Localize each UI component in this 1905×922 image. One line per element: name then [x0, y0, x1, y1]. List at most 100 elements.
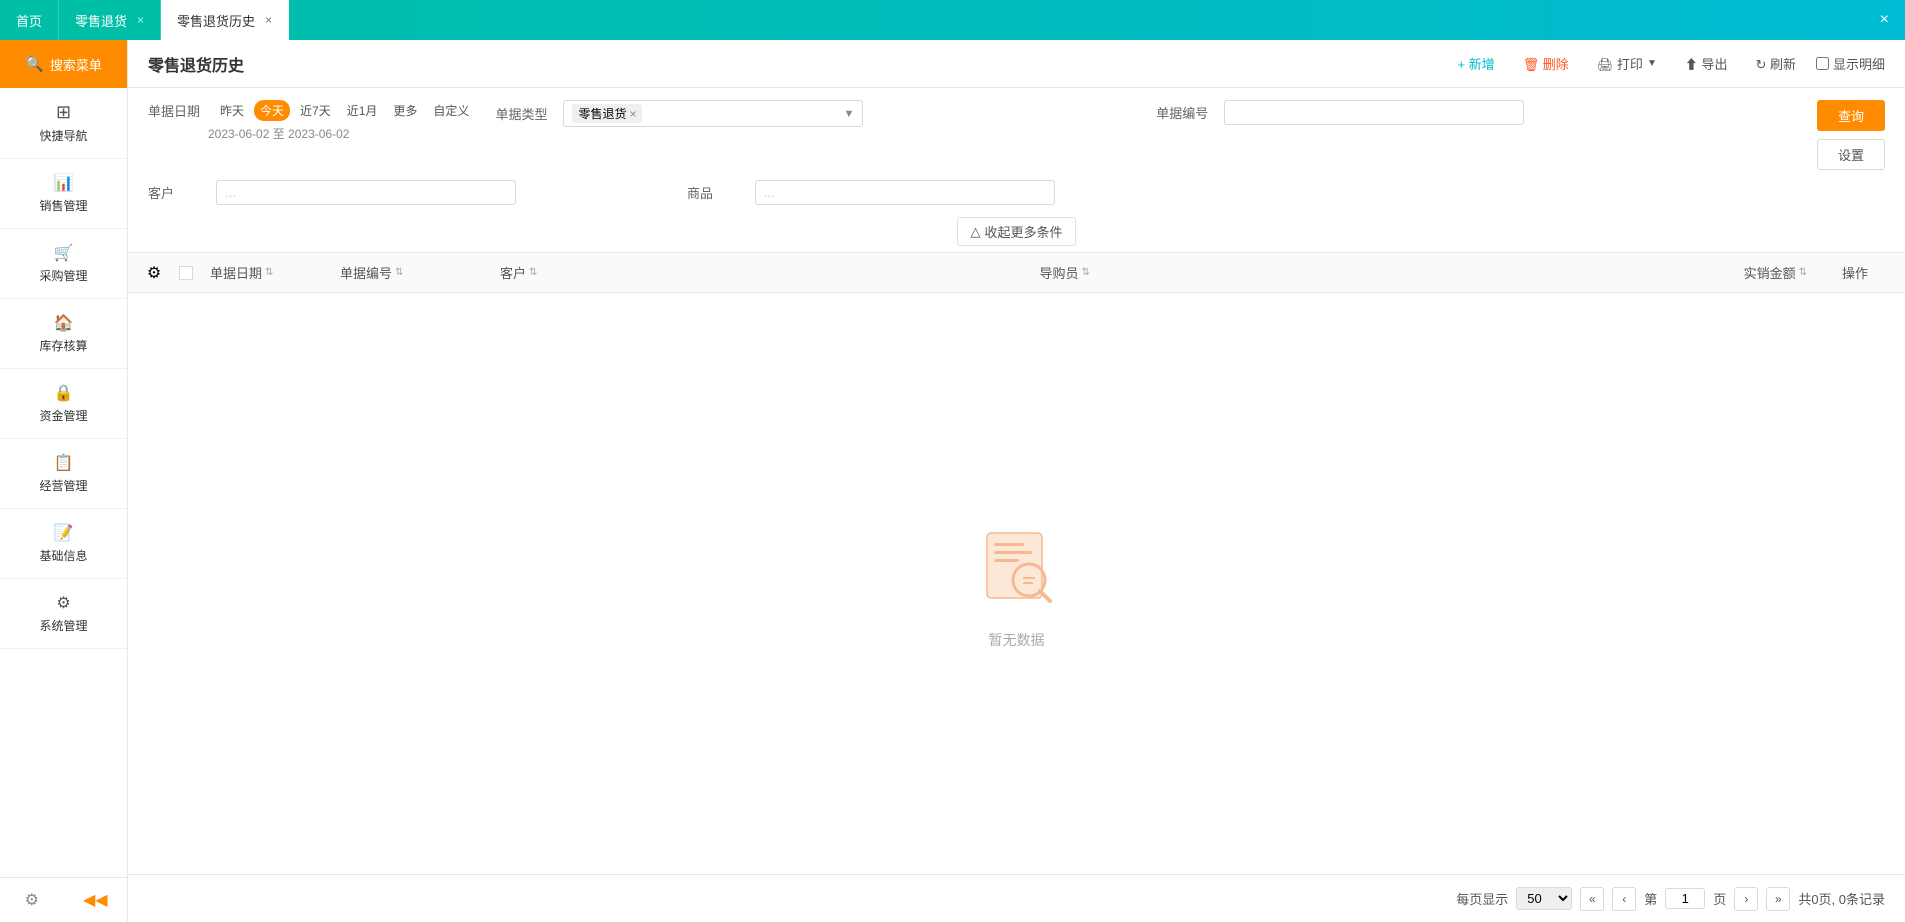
finance-icon: 🔒	[54, 383, 74, 403]
collapse-sidebar-icon: ◀◀	[83, 890, 108, 910]
col-amount[interactable]: 实销金额 ⇅	[1695, 263, 1815, 282]
sales-icon: 📊	[54, 173, 74, 193]
order-no-label: 单据编号	[1156, 103, 1216, 122]
next-page-btn[interactable]: ›	[1734, 887, 1758, 911]
type-tag-remove[interactable]: ×	[629, 107, 636, 121]
print-button[interactable]: 🖨 打印 ▼	[1589, 50, 1665, 77]
tab-retail-return[interactable]: 零售退货 ×	[59, 0, 161, 40]
page-header: 零售退货历史 + 新增 🗑 删除 🖨 打印 ▼ ⬆ 导出	[128, 40, 1905, 88]
page-title: 零售退货历史	[148, 52, 244, 76]
date-btn-1month[interactable]: 近1月	[341, 100, 384, 121]
goods-filter: 商品 ...	[687, 180, 1206, 205]
sidebar-collapse-btn[interactable]: ◀◀	[64, 878, 128, 922]
table-header: ⚙ 单据日期 ⇅ 单据编号 ⇅ 客户 ⇅	[128, 253, 1905, 293]
date-filter: 单据日期 昨天 今天 近7天 近1月 更多 自定义 2023-06-	[148, 100, 475, 143]
sidebar-item-sys-mgmt[interactable]: ⚙ 系统管理	[0, 579, 127, 649]
date-shortcuts: 昨天 今天 近7天 近1月 更多 自定义	[214, 100, 475, 121]
inventory-icon: 🏠	[54, 313, 74, 333]
page-size-select[interactable]: 50 10 20 100	[1516, 887, 1572, 910]
table-select-all[interactable]	[170, 266, 202, 280]
show-detail-checkbox[interactable]	[1816, 57, 1829, 70]
tab-retail-return-close[interactable]: ×	[137, 13, 144, 27]
sidebar-item-purchase-mgmt[interactable]: 🛒 采购管理	[0, 229, 127, 299]
print-dropdown-icon: ▼	[1647, 58, 1657, 69]
export-button[interactable]: ⬆ 导出	[1677, 50, 1736, 77]
sidebar-item-inventory[interactable]: 🏠 库存核算	[0, 299, 127, 369]
query-button[interactable]: 查询	[1817, 100, 1885, 131]
sidebar-item-sales-mgmt[interactable]: 📊 销售管理	[0, 159, 127, 229]
guide-sort-icon: ⇅	[1082, 267, 1090, 278]
purchase-icon: 🛒	[54, 243, 74, 263]
customer-input[interactable]: ...	[216, 180, 516, 205]
first-page-btn[interactable]: «	[1580, 887, 1604, 911]
content-area: 零售退货历史 + 新增 🗑 删除 🖨 打印 ▼ ⬆ 导出	[128, 40, 1905, 922]
tab-home[interactable]: 首页	[0, 0, 59, 40]
page-number-input[interactable]	[1665, 888, 1705, 909]
type-label: 单据类型	[495, 104, 555, 123]
prev-page-btn[interactable]: ‹	[1612, 887, 1636, 911]
settings-icon: ⚙	[25, 890, 39, 910]
type-dropdown-icon: ▼	[844, 108, 855, 120]
col-customer[interactable]: 客户 ⇅	[492, 263, 1032, 282]
sidebar-item-base-info[interactable]: 📝 基础信息	[0, 509, 127, 579]
customer-sort-icon: ⇅	[529, 267, 537, 278]
filter-section: 单据日期 昨天 今天 近7天 近1月 更多 自定义 2023-06-	[128, 88, 1905, 253]
goods-input[interactable]: ...	[755, 180, 1055, 205]
base-info-icon: 📝	[54, 523, 74, 543]
goods-label: 商品	[687, 183, 747, 202]
refresh-button[interactable]: ↻ 刷新	[1747, 50, 1804, 77]
empty-illustration	[967, 518, 1067, 618]
page-size-label: 每页显示	[1456, 889, 1508, 908]
sys-mgmt-icon: ⚙	[56, 593, 70, 613]
empty-state: 暂无数据	[128, 293, 1905, 874]
date-label: 单据日期	[148, 101, 208, 120]
date-sort-icon: ⇅	[265, 267, 273, 278]
order-no-input[interactable]	[1224, 100, 1524, 125]
sidebar-item-operations[interactable]: 📋 经营管理	[0, 439, 127, 509]
empty-text: 暂无数据	[989, 630, 1045, 650]
tab-retail-return-history[interactable]: 零售退货历史 ×	[161, 0, 289, 40]
total-info: 共0页, 0条记录	[1798, 889, 1885, 908]
date-btn-7days[interactable]: 近7天	[294, 100, 337, 121]
type-filter: 单据类型 零售退货 × ▼	[495, 100, 1136, 127]
show-detail-toggle[interactable]: 显示明细	[1816, 54, 1885, 73]
operations-icon: 📋	[54, 453, 74, 473]
col-guide[interactable]: 导购员 ⇅	[1032, 263, 1172, 282]
settings-button[interactable]: 设置	[1817, 139, 1885, 170]
nav-tabs: 首页 零售退货 × 零售退货历史 ×	[0, 0, 1864, 40]
customer-filter: 客户 ...	[148, 180, 667, 205]
pagination: 每页显示 50 10 20 100 « ‹ 第 页 › » 共0页, 0条记录	[128, 874, 1905, 922]
top-nav: 首页 零售退货 × 零售退货历史 × ×	[0, 0, 1905, 40]
collapse-filter-button[interactable]: △ 收起更多条件	[957, 217, 1075, 246]
sidebar-search[interactable]: 🔍 搜索菜单	[0, 40, 127, 88]
col-date[interactable]: 单据日期 ⇅	[202, 263, 332, 282]
select-all-checkbox[interactable]	[179, 266, 193, 280]
action-buttons: 查询 设置	[1817, 100, 1885, 170]
col-action: 操作	[1815, 263, 1895, 282]
search-icon: 🔍	[25, 55, 44, 73]
window-close-button[interactable]: ×	[1864, 0, 1905, 40]
tab-retail-return-history-close[interactable]: ×	[265, 13, 272, 27]
type-select[interactable]: 零售退货 × ▼	[563, 100, 863, 127]
order-no-sort-icon: ⇅	[395, 267, 403, 278]
delete-button[interactable]: 🗑 删除	[1515, 50, 1577, 77]
type-tag: 零售退货 ×	[572, 104, 642, 123]
sidebar-item-finance[interactable]: 🔒 资金管理	[0, 369, 127, 439]
sidebar-settings-btn[interactable]: ⚙	[0, 878, 64, 922]
col-order-no[interactable]: 单据编号 ⇅	[332, 263, 492, 282]
sidebar-item-quick-nav[interactable]: ⊞ 快捷导航	[0, 88, 127, 159]
table-area: ⚙ 单据日期 ⇅ 单据编号 ⇅ 客户 ⇅	[128, 253, 1905, 874]
last-page-btn[interactable]: »	[1766, 887, 1790, 911]
date-btn-custom[interactable]: 自定义	[427, 100, 475, 121]
table-settings-icon[interactable]: ⚙	[138, 263, 170, 283]
date-btn-more[interactable]: 更多	[387, 100, 423, 121]
date-btn-today[interactable]: 今天	[254, 100, 290, 121]
date-btn-yesterday[interactable]: 昨天	[214, 100, 250, 121]
sidebar: 🔍 搜索菜单 ⊞ 快捷导航 📊 销售管理 🛒 采购管理 🏠 库存核算 🔒	[0, 40, 128, 922]
date-range-value: 2023-06-02 至 2023-06-02	[208, 127, 349, 141]
new-button[interactable]: + 新增	[1449, 50, 1502, 77]
amount-sort-icon: ⇅	[1799, 267, 1807, 278]
page-label: 第	[1644, 889, 1657, 908]
customer-label: 客户	[148, 183, 208, 202]
order-no-filter: 单据编号	[1156, 100, 1797, 125]
